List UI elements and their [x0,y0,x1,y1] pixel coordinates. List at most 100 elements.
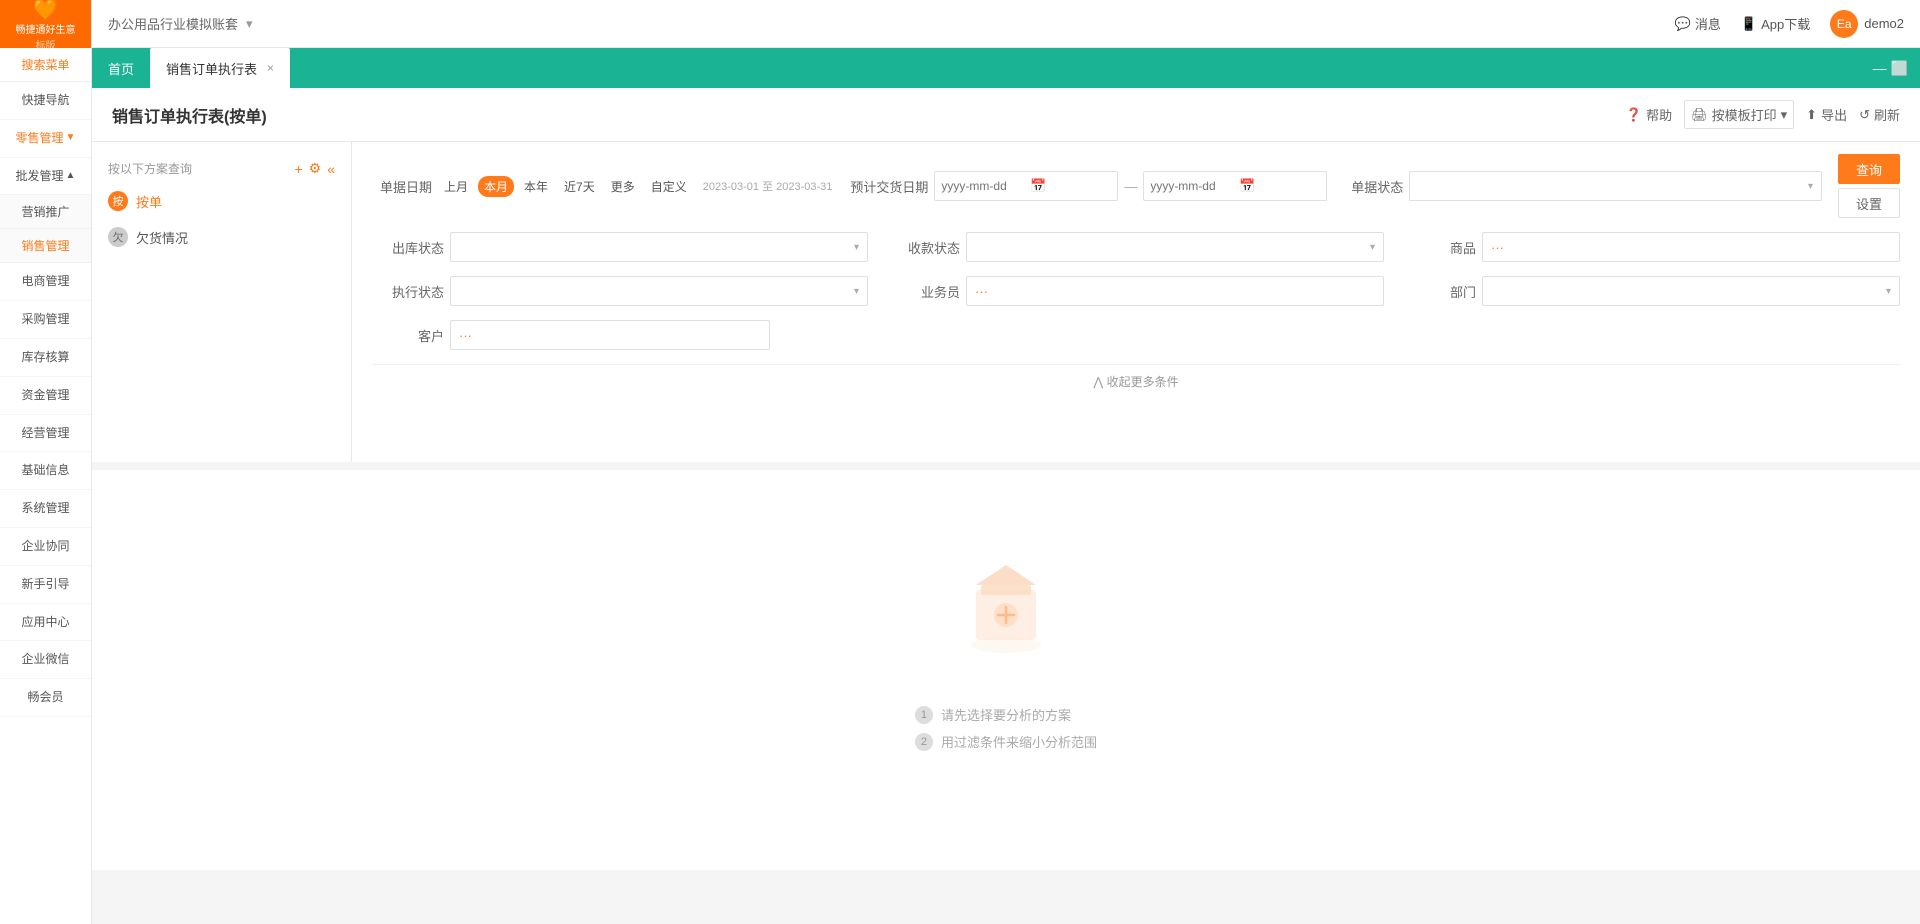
print-icon: 🖨 [1691,107,1708,123]
tab-close-icon[interactable]: × [267,61,274,75]
sidebar-item-qiye[interactable]: 企业协同 [0,528,91,566]
sidebar-item-pifa[interactable]: 批发管理 ▲ [0,158,91,196]
sidebar-label-pifa: 批发管理 [16,168,64,185]
expected-date-start-wrap: 📅 [934,171,1118,201]
help-btn[interactable]: ❓ 帮助 [1626,105,1672,124]
user-name: demo2 [1864,16,1904,31]
sidebar-label-jingying: 经营管理 [21,426,69,440]
sidebar-label-hui: 畅会员 [27,690,63,704]
shortcut-zidingyi[interactable]: 自定义 [645,176,693,197]
goods-label: 商品 [1404,238,1476,257]
topbar-left: 办公用品行业模拟账套 ▾ [108,14,253,33]
sidebar-label-qiye: 企业协同 [21,539,69,553]
tabbar: 首页 销售订单执行表 × — ⬜ [92,48,1920,88]
main-container: 办公用品行业模拟账套 ▾ 💬 消息 📱 App下载 Ea demo2 首页 [92,0,1920,924]
shortcut-benyue[interactable]: 本月 [478,176,514,197]
salesperson-input[interactable]: ··· [966,276,1384,306]
payment-status-field: 收款状态 ▾ [888,232,1384,262]
delivery-select[interactable]: ▾ [450,232,868,262]
sidebar-item-xiaoshou[interactable]: 销售管理 [0,229,91,263]
date-range-display: 2023-03-01 至 2023-03-31 [703,178,833,194]
sidebar-item-zijin[interactable]: 资金管理 [0,377,91,415]
sidebar-item-xinshou[interactable]: 新手引导 [0,566,91,604]
tab-maximize-icon[interactable]: ⬜ [1891,60,1908,77]
sidebar-item-jingying[interactable]: 经营管理 [0,415,91,453]
sidebar-item-kucun[interactable]: 库存核算 [0,339,91,377]
empty-icon [946,550,1066,685]
topbar-right: 💬 消息 📱 App下载 Ea demo2 [1675,10,1904,38]
doc-status-arrow: ▾ [1808,181,1813,192]
scheme-settings-icon[interactable]: ⚙ [309,160,322,177]
tab-sales-label: 销售订单执行表 [166,59,257,78]
setting-btn[interactable]: 设置 [1838,188,1900,218]
export-btn[interactable]: ⬆ 导出 [1806,105,1847,124]
execution-select[interactable]: ▾ [450,276,868,306]
goods-dots: ··· [1491,240,1504,255]
scheme-collapse-icon[interactable]: « [327,161,335,177]
sidebar-label-yingxiao: 营销推广 [21,205,69,219]
step-2-text: 用过滤条件来缩小分析范围 [941,732,1097,751]
print-btn[interactable]: 🖨 按模板打印 ▾ [1684,100,1794,129]
app-name: 办公用品行业模拟账套 [108,14,238,33]
sidebar-label-lingpin: 零售管理 [16,130,64,147]
tab-controls: — ⬜ [1861,60,1920,77]
page-header-actions: ❓ 帮助 🖨 按模板打印 ▾ ⬆ 导出 ↺ 刷新 [1626,100,1900,129]
tab-sales-order[interactable]: 销售订单执行表 × [150,48,290,88]
execution-label: 执行状态 [372,282,444,301]
expected-date-end-calendar-icon[interactable]: 📅 [1239,178,1255,194]
refresh-btn[interactable]: ↺ 刷新 [1859,105,1900,124]
topbar: 办公用品行业模拟账套 ▾ 💬 消息 📱 App下载 Ea demo2 [92,0,1920,48]
add-scheme-icon[interactable]: + [294,161,302,177]
date-dash: — [1124,179,1137,194]
sidebar-item-dianshang[interactable]: 电商管理 [0,263,91,301]
query-btn[interactable]: 查询 [1838,154,1900,184]
sidebar-item-xitong[interactable]: 系统管理 [0,490,91,528]
sidebar-label-weixin: 企业微信 [21,652,69,666]
print-dropdown-arrow[interactable]: ▾ [1781,107,1788,123]
expand-arrow-icon: ▼ [66,131,76,145]
dept-field: 部门 ▾ [1404,276,1900,306]
sidebar-item-kuaijie[interactable]: 快捷导航 [0,82,91,120]
collapse-bar[interactable]: ⋀ 收起更多条件 [372,364,1900,398]
expected-date-calendar-icon[interactable]: 📅 [1030,178,1046,194]
dept-select[interactable]: ▾ [1482,276,1900,306]
doc-status-select[interactable]: ▾ [1409,171,1822,201]
message-label: 消息 [1695,14,1721,33]
expected-date-end-input[interactable] [1150,179,1235,193]
shortcut-gengduo[interactable]: 更多 [605,176,641,197]
scheme-item-anshan[interactable]: 按 按单 [92,183,351,219]
filter-row-4: 客户 ··· [372,320,1900,350]
export-label: 导出 [1821,105,1847,124]
topbar-dropdown-arrow[interactable]: ▾ [246,16,253,32]
empty-state: 1 请先选择要分析的方案 2 用过滤条件来缩小分析范围 [92,470,1920,831]
filter-row-2: 出库状态 ▾ 收款状态 ▾ [372,232,1900,262]
sidebar-search[interactable]: 搜索菜单 [0,48,91,82]
message-action[interactable]: 💬 消息 [1675,14,1721,33]
user-area[interactable]: Ea demo2 [1830,10,1904,38]
sidebar-item-caigou[interactable]: 采购管理 [0,301,91,339]
goods-input[interactable]: ··· [1482,232,1900,262]
shortcut-jin7tian[interactable]: 近7天 [558,176,601,197]
delivery-arrow: ▾ [854,242,859,253]
expected-date-end-wrap: 📅 [1143,171,1327,201]
sidebar-item-hui[interactable]: 畅会员 [0,679,91,717]
shortcut-shangyue[interactable]: 上月 [438,176,474,197]
shortcut-bennian[interactable]: 本年 [518,176,554,197]
sidebar-item-jichu[interactable]: 基础信息 [0,452,91,490]
scheme-icons: + ⚙ « [294,160,335,177]
scheme-item-qianhuo[interactable]: 欠 欠货情况 [92,219,351,255]
payment-select[interactable]: ▾ [966,232,1384,262]
sidebar-item-yingxiao[interactable]: 营销推广 [0,195,91,229]
sidebar-item-weixin[interactable]: 企业微信 [0,641,91,679]
sidebar-item-lingpin[interactable]: 零售管理 ▼ [0,120,91,158]
tab-home[interactable]: 首页 [92,48,150,88]
customer-input[interactable]: ··· [450,320,770,350]
sidebar-item-yingyong[interactable]: 应用中心 [0,604,91,642]
tab-minimize-icon[interactable]: — [1873,60,1887,76]
sidebar-label-xiaoshou: 销售管理 [21,239,69,253]
page-title: 销售订单执行表(按单) [112,103,267,127]
execution-field: 执行状态 ▾ [372,276,868,306]
app-download-action[interactable]: 📱 App下载 [1741,14,1810,33]
salesperson-dots: ··· [975,284,988,299]
expected-date-start-input[interactable] [941,179,1026,193]
